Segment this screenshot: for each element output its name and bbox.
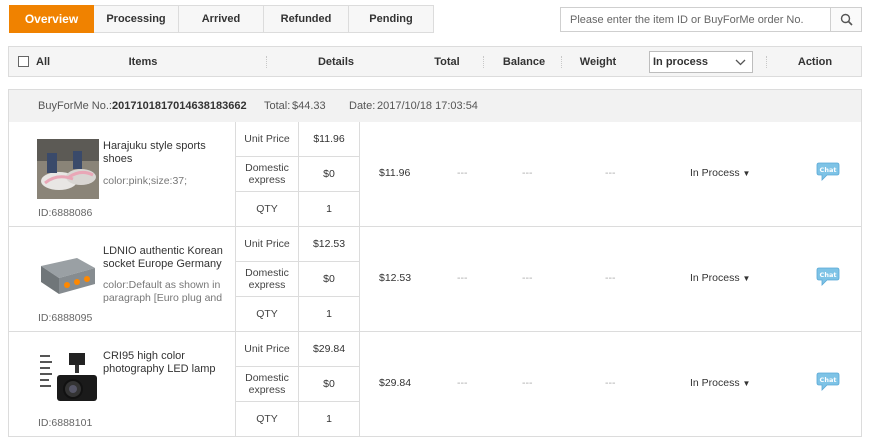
order-number-label: BuyForMe No.: <box>38 100 112 112</box>
item-id: ID:6888086 <box>38 207 93 219</box>
domestic-express-value: $0 <box>323 168 335 180</box>
header-balance: Balance <box>502 55 546 68</box>
item-total: $29.84 <box>379 377 412 389</box>
order-number-value: 2017101817014638183662 <box>112 100 247 112</box>
status-filter-value: In process <box>653 56 709 68</box>
item-name[interactable]: CRI95 high color photography LED lamp <box>103 350 237 376</box>
status-filter-select[interactable]: In process <box>649 51 753 73</box>
item-id: ID:6888095 <box>38 312 93 324</box>
tab-processing[interactable]: Processing <box>94 5 179 33</box>
item-row: LDNIO authentic Korean socket Europe Ger… <box>8 227 862 332</box>
tab-arrived[interactable]: Arrived <box>179 5 264 33</box>
qty-value: 1 <box>326 413 332 425</box>
unit-price-label: Unit Price <box>236 122 299 156</box>
qty-label: QTY <box>236 192 299 226</box>
item-balance: --- <box>457 272 468 284</box>
unit-price-label: Unit Price <box>236 332 299 366</box>
item-status-dropdown[interactable]: In Process ▼ <box>690 167 750 179</box>
item-name[interactable]: LDNIO authentic Korean socket Europe Ger… <box>103 245 237 271</box>
tab-refunded[interactable]: Refunded <box>264 5 349 33</box>
status-tabs: Overview Processing Arrived Refunded Pen… <box>9 5 434 33</box>
item-balance: --- <box>457 377 468 389</box>
qty-label: QTY <box>236 297 299 331</box>
header-total: Total <box>434 55 460 68</box>
item-row: CRI95 high color photography LED lamp ID… <box>8 332 862 437</box>
item-extra: --- <box>605 377 616 389</box>
svg-text:Chat: Chat <box>820 376 837 384</box>
select-all-label: All <box>36 55 51 68</box>
domestic-express-value: $0 <box>323 273 335 285</box>
caret-down-icon: ▼ <box>742 169 751 178</box>
item-status: In Process <box>690 272 740 284</box>
svg-text:Chat: Chat <box>820 166 837 174</box>
qty-value: 1 <box>326 203 332 215</box>
item-total: $11.96 <box>379 167 411 179</box>
price-details: Unit Price $12.53 Domestic express $0 QTY 1 <box>235 227 360 331</box>
order-number: 2017101817014638183662 <box>112 100 247 112</box>
item-name[interactable]: Harajuku style sports shoes <box>103 140 237 166</box>
item-status: In Process <box>690 377 740 389</box>
order-total-label: Total: <box>264 100 291 112</box>
header-divider <box>483 56 484 68</box>
price-details: Unit Price $29.84 Domestic express $0 QTY 1 <box>235 332 360 436</box>
header-weight: Weight <box>579 55 617 68</box>
product-thumbnail[interactable] <box>37 244 99 304</box>
domestic-express-label: Domestic express <box>236 157 299 191</box>
header-items: Items <box>128 55 158 68</box>
domestic-express-label: Domestic express <box>236 262 299 296</box>
domestic-express-value: $0 <box>323 378 335 390</box>
search-icon <box>840 13 853 26</box>
search-button[interactable] <box>830 8 861 31</box>
search-box <box>560 7 862 32</box>
qty-label: QTY <box>236 402 299 436</box>
item-row: Harajuku style sports shoes color:pink;s… <box>8 122 862 227</box>
item-id: ID:6888101 <box>38 417 93 429</box>
header-details: Details <box>317 55 355 68</box>
item-status: In Process <box>690 167 740 179</box>
search-input[interactable] <box>561 8 830 31</box>
unit-price-value: $12.53 <box>312 238 346 250</box>
select-all[interactable]: All <box>18 47 50 76</box>
header-divider <box>266 56 267 68</box>
item-extra: --- <box>605 272 616 284</box>
item-extra: --- <box>605 167 616 179</box>
tab-pending[interactable]: Pending <box>349 5 434 33</box>
chat-icon[interactable]: Chat <box>816 265 840 287</box>
header-divider <box>766 56 767 68</box>
order-total-value: $44.33 <box>292 100 326 112</box>
item-balance: --- <box>457 167 468 179</box>
header-divider <box>561 56 562 68</box>
header-action: Action <box>797 55 833 68</box>
select-all-checkbox[interactable] <box>18 56 29 67</box>
chevron-down-icon <box>735 59 746 65</box>
svg-text:Chat: Chat <box>820 271 837 279</box>
item-weight: --- <box>522 377 533 389</box>
unit-price-value: $29.84 <box>312 343 346 355</box>
item-total: $12.53 <box>379 272 412 284</box>
product-thumbnail[interactable] <box>37 139 99 199</box>
item-variant: color:Default as shown in paragraph [Eur… <box>103 279 223 304</box>
unit-price-label: Unit Price <box>236 227 299 261</box>
order-date-value: 2017/10/18 17:03:54 <box>377 100 478 112</box>
item-status-dropdown[interactable]: In Process ▼ <box>690 377 750 389</box>
tab-overview[interactable]: Overview <box>9 5 94 33</box>
chat-icon[interactable]: Chat <box>816 370 840 392</box>
item-variant: color:pink;size:37; <box>103 175 188 187</box>
unit-price-value: $11.96 <box>313 133 345 145</box>
chat-icon[interactable]: Chat <box>816 160 840 182</box>
table-header: All Items Details Total Balance Weight I… <box>8 46 862 77</box>
caret-down-icon: ▼ <box>742 379 751 388</box>
item-status-dropdown[interactable]: In Process ▼ <box>690 272 750 284</box>
price-details: Unit Price $11.96 Domestic express $0 QTY 1 <box>235 122 360 226</box>
caret-down-icon: ▼ <box>742 274 751 283</box>
item-weight: --- <box>522 272 533 284</box>
qty-value: 1 <box>326 308 332 320</box>
product-thumbnail[interactable] <box>37 349 99 409</box>
domestic-express-label: Domestic express <box>236 367 299 401</box>
order-info-bar: BuyForMe No.: 2017101817014638183662 Tot… <box>8 89 862 123</box>
item-weight: --- <box>522 167 533 179</box>
order-date-label: Date: <box>349 100 376 112</box>
